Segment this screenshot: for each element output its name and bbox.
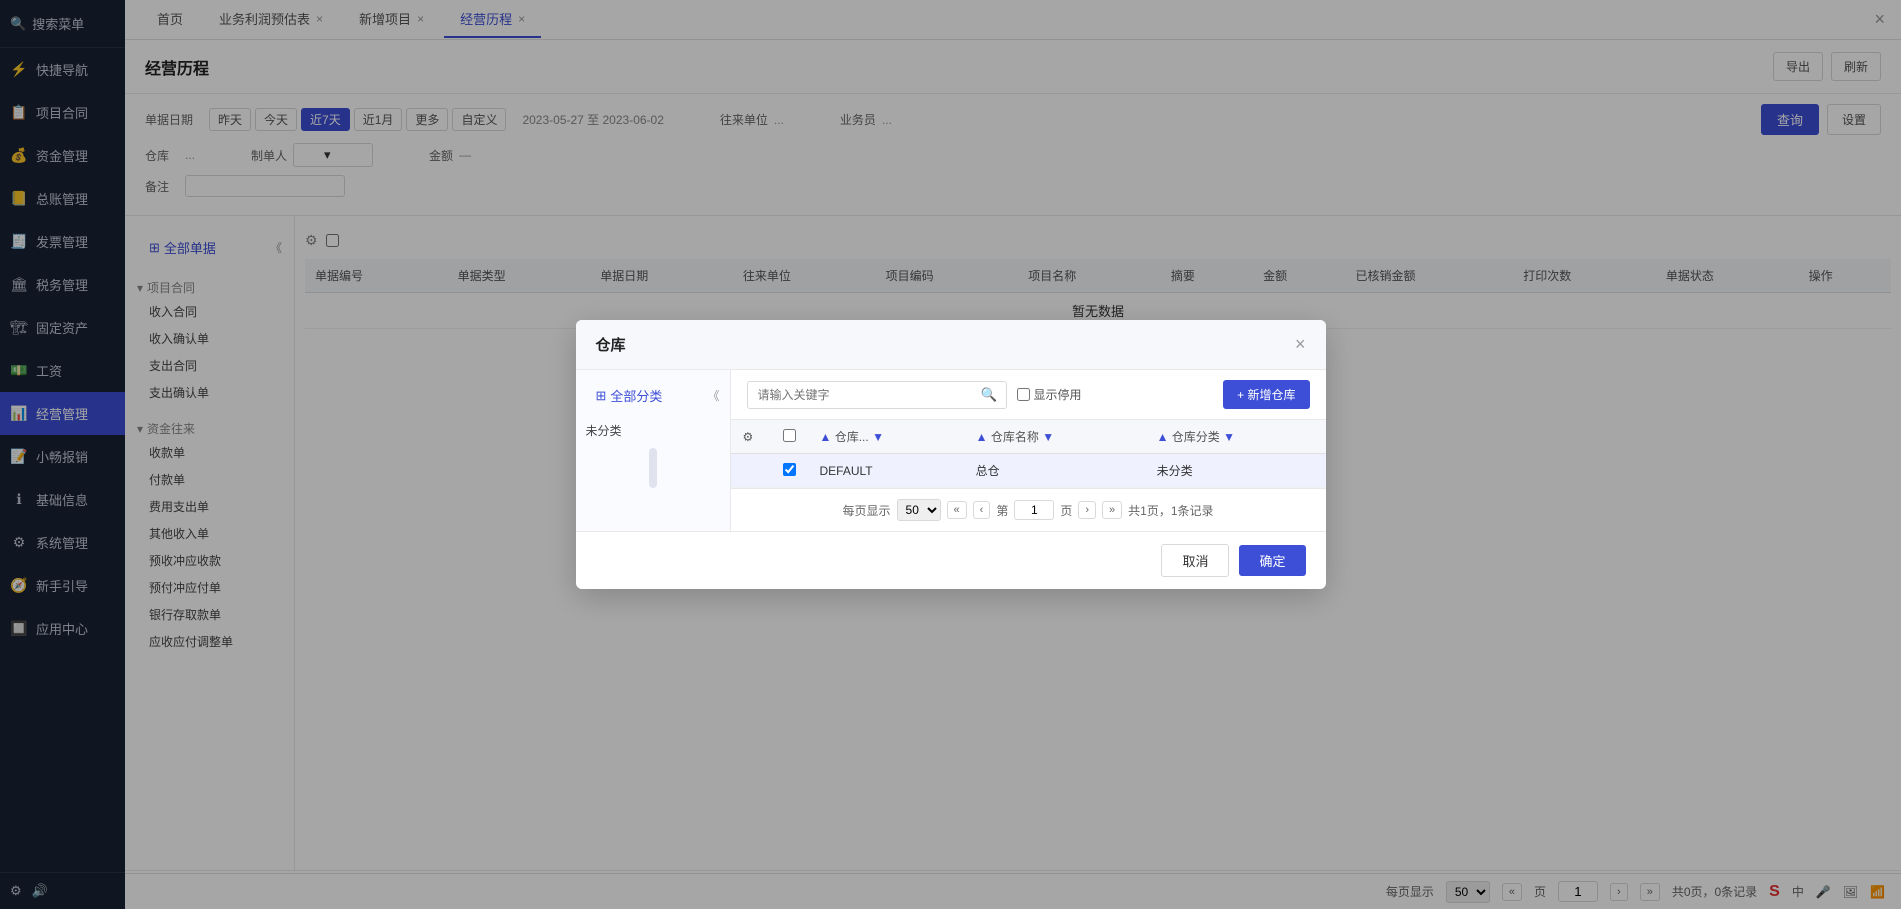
modal-search-input[interactable] xyxy=(748,383,973,407)
sort-up-icon-3: ▲ xyxy=(1157,430,1169,444)
modal-total-info: 共1页，1条记录 xyxy=(1128,502,1213,519)
modal-per-page-label: 每页显示 xyxy=(843,502,891,519)
modal-footer: 取消 确定 xyxy=(576,531,1326,589)
grid-icon-modal: ⊞ xyxy=(596,388,607,404)
table-row[interactable]: DEFAULT 总仓 未分类 xyxy=(731,454,1326,488)
sort-up-icon-2: ▲ xyxy=(976,430,988,444)
col-code: ▲ 仓库... ▼ xyxy=(808,420,964,454)
modal-tree-uncategorized-label: 未分类 xyxy=(586,424,622,438)
show-disabled-checkbox[interactable] xyxy=(1017,388,1030,401)
modal-header: 仓库 × xyxy=(576,320,1326,370)
row-checkbox[interactable] xyxy=(783,463,796,476)
modal-tree-scrollbar[interactable] xyxy=(649,448,657,488)
modal-body: ⊞ 全部分类 《 未分类 🔍 xyxy=(576,370,1326,531)
cancel-button[interactable]: 取消 xyxy=(1161,544,1229,577)
gear-icon-col[interactable]: ⚙ xyxy=(743,430,754,444)
add-warehouse-button[interactable]: + 新增仓库 xyxy=(1223,380,1309,409)
modal-pagination: 每页显示 50 « ‹ 第 页 › » 共1页，1条记录 xyxy=(731,488,1326,531)
modal-tree-all-btn[interactable]: ⊞ 全部分类 xyxy=(586,382,673,409)
modal-tree-uncategorized[interactable]: 未分类 xyxy=(576,417,730,444)
sort-down-icon-2: ▼ xyxy=(1042,430,1054,444)
modal-search-button[interactable]: 🔍 xyxy=(973,382,1006,408)
modal-page-suffix: 页 xyxy=(1060,502,1072,519)
confirm-button[interactable]: 确定 xyxy=(1239,545,1305,576)
modal-table: ⚙ ▲ 仓库... ▼ ▲ 仓库名称 ▼ xyxy=(731,420,1326,488)
modal-select-all[interactable] xyxy=(783,429,796,442)
sort-down-icon-3: ▼ xyxy=(1223,430,1235,444)
modal-per-page-select[interactable]: 50 xyxy=(897,499,941,521)
modal-page-input[interactable] xyxy=(1014,500,1054,520)
col-check xyxy=(771,420,808,454)
sort-up-icon: ▲ xyxy=(820,430,832,444)
modal-tree-collapse-icon[interactable]: 《 xyxy=(707,387,719,404)
modal-toolbar: 🔍 显示停用 + 新增仓库 xyxy=(731,370,1326,420)
modal-overlay: 仓库 × ⊞ 全部分类 《 未分类 xyxy=(0,0,1901,909)
cell-code: DEFAULT xyxy=(808,454,964,488)
modal-close-button[interactable]: × xyxy=(1295,334,1306,355)
modal-page-label: 第 xyxy=(996,502,1008,519)
modal-table-wrap: ⚙ ▲ 仓库... ▼ ▲ 仓库名称 ▼ xyxy=(731,420,1326,488)
cell-name: 总仓 xyxy=(964,454,1145,488)
modal-tree-panel: ⊞ 全部分类 《 未分类 xyxy=(576,370,731,531)
show-disabled-text: 显示停用 xyxy=(1034,386,1082,403)
modal-last-page-btn[interactable]: » xyxy=(1102,501,1122,519)
modal-prev-page-btn[interactable]: ‹ xyxy=(973,501,991,519)
show-disabled-label: 显示停用 xyxy=(1017,386,1082,403)
modal-first-page-btn[interactable]: « xyxy=(947,501,967,519)
col-name: ▲ 仓库名称 ▼ xyxy=(964,420,1145,454)
cell-category: 未分类 xyxy=(1145,454,1326,488)
col-category: ▲ 仓库分类 ▼ xyxy=(1145,420,1326,454)
modal-tree-all-label: 全部分类 xyxy=(610,386,662,405)
cell-gear xyxy=(731,454,771,488)
cell-check xyxy=(771,454,808,488)
col-gear: ⚙ xyxy=(731,420,771,454)
modal-search-box: 🔍 xyxy=(747,381,1007,409)
modal-title: 仓库 xyxy=(596,334,626,355)
warehouse-modal: 仓库 × ⊞ 全部分类 《 未分类 xyxy=(576,320,1326,589)
modal-tree-header: ⊞ 全部分类 《 xyxy=(576,378,730,417)
sort-down-icon: ▼ xyxy=(872,430,884,444)
modal-next-page-btn[interactable]: › xyxy=(1078,501,1096,519)
modal-content-panel: 🔍 显示停用 + 新增仓库 ⚙ xyxy=(731,370,1326,531)
